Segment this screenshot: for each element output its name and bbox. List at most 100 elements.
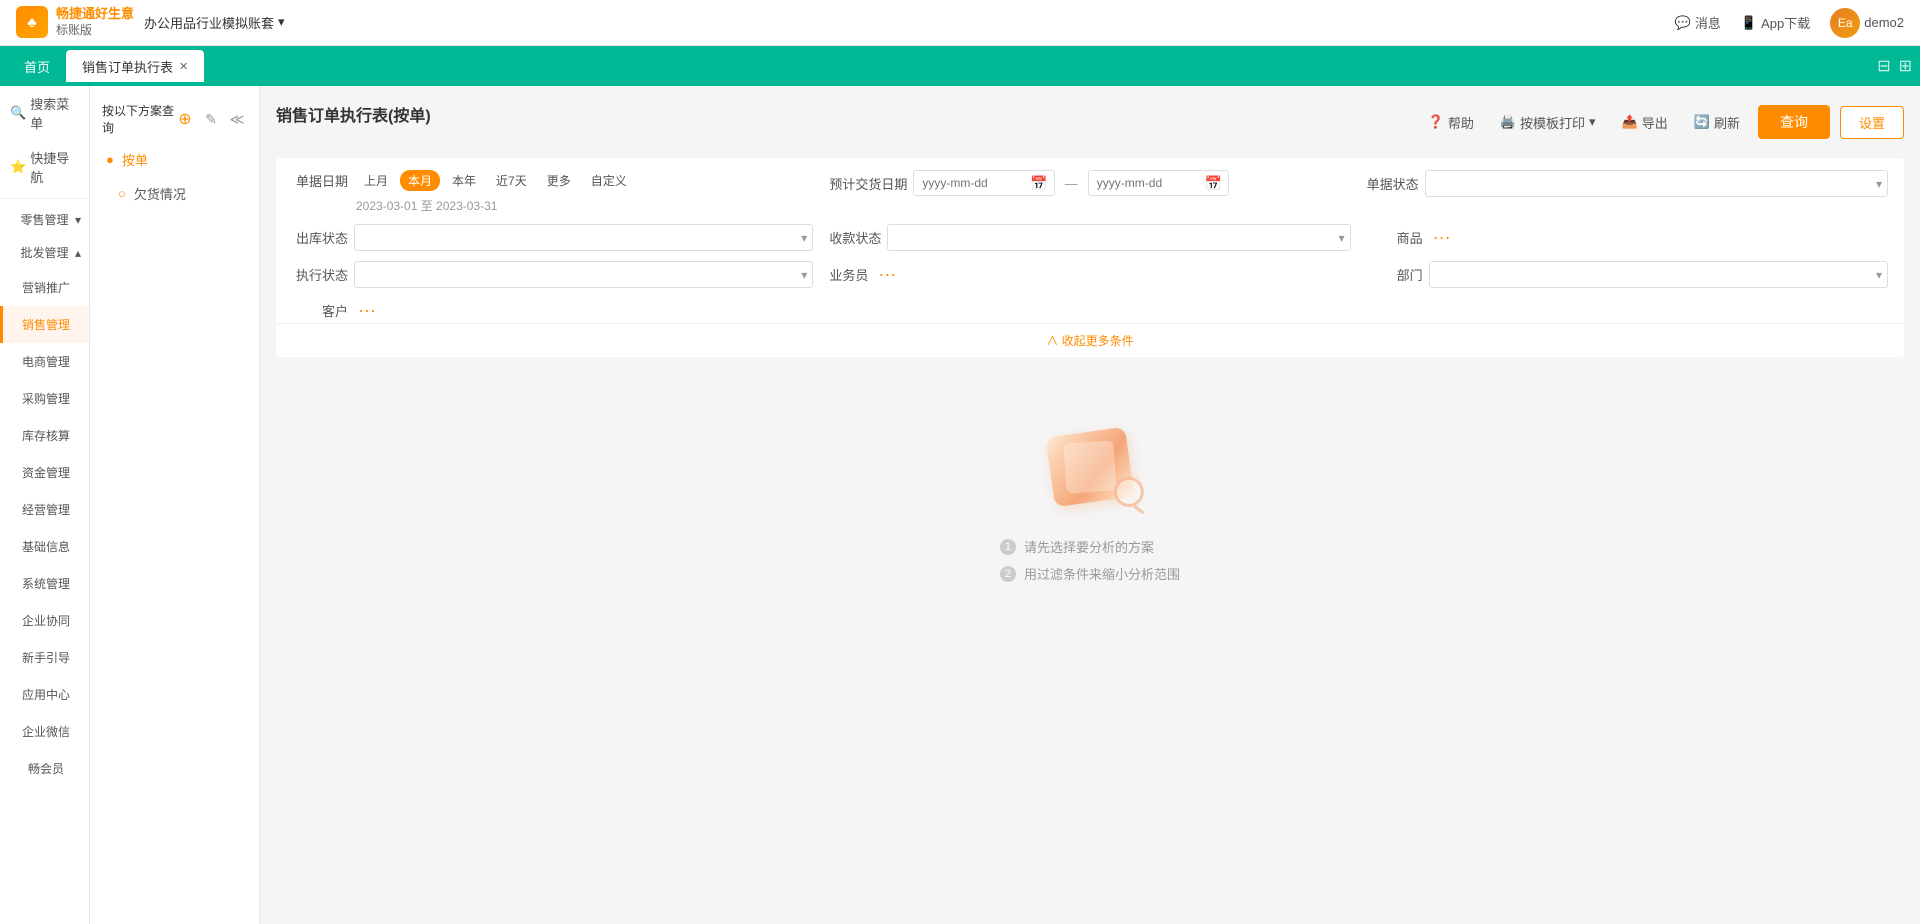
export-icon: 📤 — [1622, 114, 1638, 130]
export-label: 导出 — [1642, 113, 1668, 132]
app-selector[interactable]: 办公用品行业模拟账套 ▾ — [144, 13, 285, 32]
print-label: 按模板打印 — [1520, 113, 1585, 132]
scheme-item-label-shortage: 欠货情况 — [134, 184, 186, 203]
message-button[interactable]: 💬 消息 — [1675, 13, 1721, 32]
main-layout: 🔍 搜索菜单 ⭐ 快捷导航 零售管理 ▾ 批发管理 ▴ 营销推广 销售管理 电商… — [0, 86, 1920, 924]
outstock-select[interactable] — [354, 224, 813, 251]
tab-sales-order[interactable]: 销售订单执行表 ✕ — [66, 50, 204, 82]
tip-num-2: 2 — [1000, 566, 1016, 582]
message-icon: 💬 — [1675, 15, 1691, 31]
date-tab-last-month[interactable]: 上月 — [356, 170, 396, 191]
operations-label: 经营管理 — [22, 501, 70, 518]
filter-row-4: 客户 ··· — [276, 288, 1904, 323]
dept-select-wrapper: ▾ — [1429, 261, 1888, 288]
sidebar-item-ecommerce[interactable]: 电商管理 — [0, 343, 89, 380]
page-title: 销售订单执行表(按单) — [276, 102, 431, 126]
payment-status-cell: 收款状态 ▾ — [829, 224, 1350, 251]
forecast-end-input-wrapper: 📅 — [1088, 170, 1229, 196]
exec-status-cell: 执行状态 ▾ — [292, 261, 813, 288]
edit-icon: ✎ — [205, 111, 217, 128]
user-profile[interactable]: Ea demo2 — [1830, 8, 1904, 38]
scheme-item-by-order[interactable]: ● 按单 — [90, 142, 259, 177]
date-label: 单据日期 — [292, 171, 348, 190]
payment-select-wrapper: ▾ — [887, 224, 1350, 251]
export-button[interactable]: 📤 导出 — [1614, 109, 1676, 136]
dept-select[interactable] — [1429, 261, 1888, 288]
date-tab-7days[interactable]: 近7天 — [488, 170, 535, 191]
scheme-sub-item-shortage[interactable]: ○ 欠货情况 — [90, 177, 259, 210]
scheme-icon-order: ● — [106, 152, 114, 167]
search-menu[interactable]: 🔍 搜索菜单 — [0, 86, 89, 140]
sidebar-item-member[interactable]: 畅会员 — [0, 750, 89, 787]
search-button[interactable]: 查询 — [1758, 105, 1830, 139]
minimize-icon[interactable]: ⊟ — [1877, 56, 1890, 76]
collab-label: 企业协同 — [22, 612, 70, 629]
content-area: 按以下方案查询 ⊕ ✎ ≪ ● 按单 ○ — [90, 86, 1920, 924]
wholesale-label: 批发管理 — [20, 246, 68, 260]
collapse-button[interactable]: ∧ 收起更多条件 — [276, 323, 1904, 357]
forecast-date-cell: 预计交货日期 📅 — 📅 — [829, 170, 1350, 196]
brand-name: 畅捷通好生意 — [56, 6, 134, 23]
magnifier-handle — [1133, 505, 1144, 515]
date-tab-more[interactable]: 更多 — [539, 170, 579, 191]
salesman-select-button[interactable]: ··· — [874, 262, 900, 287]
collapse-label: 收起更多条件 — [1062, 334, 1134, 348]
empty-tip-2: 2 用过滤条件来缩小分析范围 — [1000, 564, 1180, 583]
sidebar-item-finance[interactable]: 资金管理 — [0, 454, 89, 491]
add-scheme-button[interactable]: ⊕ — [175, 109, 195, 129]
forecast-start-input[interactable] — [914, 171, 1024, 195]
sidebar-item-appcenter[interactable]: 应用中心 — [0, 676, 89, 713]
sidebar-item-marketing[interactable]: 营销推广 — [0, 269, 89, 306]
sidebar-item-wholesale[interactable]: 批发管理 ▴ — [0, 236, 89, 269]
edit-scheme-button[interactable]: ✎ — [201, 109, 221, 129]
sidebar-item-sales[interactable]: 销售管理 — [0, 306, 89, 343]
doc-status-select[interactable] — [1425, 170, 1888, 197]
help-icon: ❓ — [1428, 114, 1444, 130]
customer-cell: 客户 ··· — [292, 298, 819, 323]
tab-home[interactable]: 首页 — [8, 50, 66, 82]
system-label: 系统管理 — [22, 575, 70, 592]
tip-text-2: 用过滤条件来缩小分析范围 — [1024, 564, 1180, 583]
refresh-button[interactable]: 🔄 刷新 — [1686, 109, 1748, 136]
topbar: ♣ 畅捷通好生意 标账版 办公用品行业模拟账套 ▾ 💬 消息 📱 App下载 E… — [0, 0, 1920, 46]
box-shape — [1046, 427, 1135, 507]
sidebar-item-system[interactable]: 系统管理 — [0, 565, 89, 602]
sidebar-item-operations[interactable]: 经营管理 — [0, 491, 89, 528]
sidebar-divider-1 — [0, 198, 89, 199]
forecast-end-input[interactable] — [1089, 171, 1199, 195]
sidebar-item-basic-info[interactable]: 基础信息 — [0, 528, 89, 565]
sidebar-item-purchase[interactable]: 采购管理 — [0, 380, 89, 417]
help-label: 帮助 — [1448, 113, 1474, 132]
date-tab-this-month[interactable]: 本月 — [400, 170, 440, 191]
sales-label: 销售管理 — [22, 316, 70, 333]
close-icon[interactable]: ✕ — [179, 60, 188, 73]
date-tab-this-year[interactable]: 本年 — [444, 170, 484, 191]
calendar-icon-2[interactable]: 📅 — [1199, 175, 1228, 192]
empty-tip-1: 1 请先选择要分析的方案 — [1000, 537, 1180, 556]
sidebar-item-wechat[interactable]: 企业微信 — [0, 713, 89, 750]
print-button[interactable]: 🖨️ 按模板打印 ▾ — [1492, 109, 1604, 136]
tip-num-1: 1 — [1000, 539, 1016, 555]
box-inner — [1063, 440, 1116, 493]
sidebar-item-retail[interactable]: 零售管理 ▾ — [0, 203, 89, 236]
sidebar-item-inventory[interactable]: 库存核算 — [0, 417, 89, 454]
collapse-scheme-button[interactable]: ≪ — [227, 109, 247, 129]
setting-button[interactable]: 设置 — [1840, 106, 1904, 139]
ecommerce-label: 电商管理 — [22, 353, 70, 370]
payment-select[interactable] — [887, 224, 1350, 251]
sidebar-item-guide[interactable]: 新手引导 — [0, 639, 89, 676]
date-tab-custom[interactable]: 自定义 — [583, 170, 635, 191]
help-button[interactable]: ❓ 帮助 — [1420, 109, 1482, 136]
avatar: Ea — [1830, 8, 1860, 38]
calendar-icon[interactable]: 📅 — [1024, 175, 1053, 192]
app-download-button[interactable]: 📱 App下载 — [1741, 13, 1810, 32]
exec-select-wrapper: ▾ — [354, 261, 813, 288]
exec-select[interactable] — [354, 261, 813, 288]
setting-btn-label: 设置 — [1859, 116, 1885, 131]
maximize-icon[interactable]: ⊞ — [1899, 56, 1912, 76]
goods-select-button[interactable]: ··· — [1429, 225, 1455, 250]
quick-nav[interactable]: ⭐ 快捷导航 — [0, 140, 89, 194]
customer-select-button[interactable]: ··· — [354, 298, 380, 323]
message-label: 消息 — [1695, 13, 1721, 32]
sidebar-item-collab[interactable]: 企业协同 — [0, 602, 89, 639]
